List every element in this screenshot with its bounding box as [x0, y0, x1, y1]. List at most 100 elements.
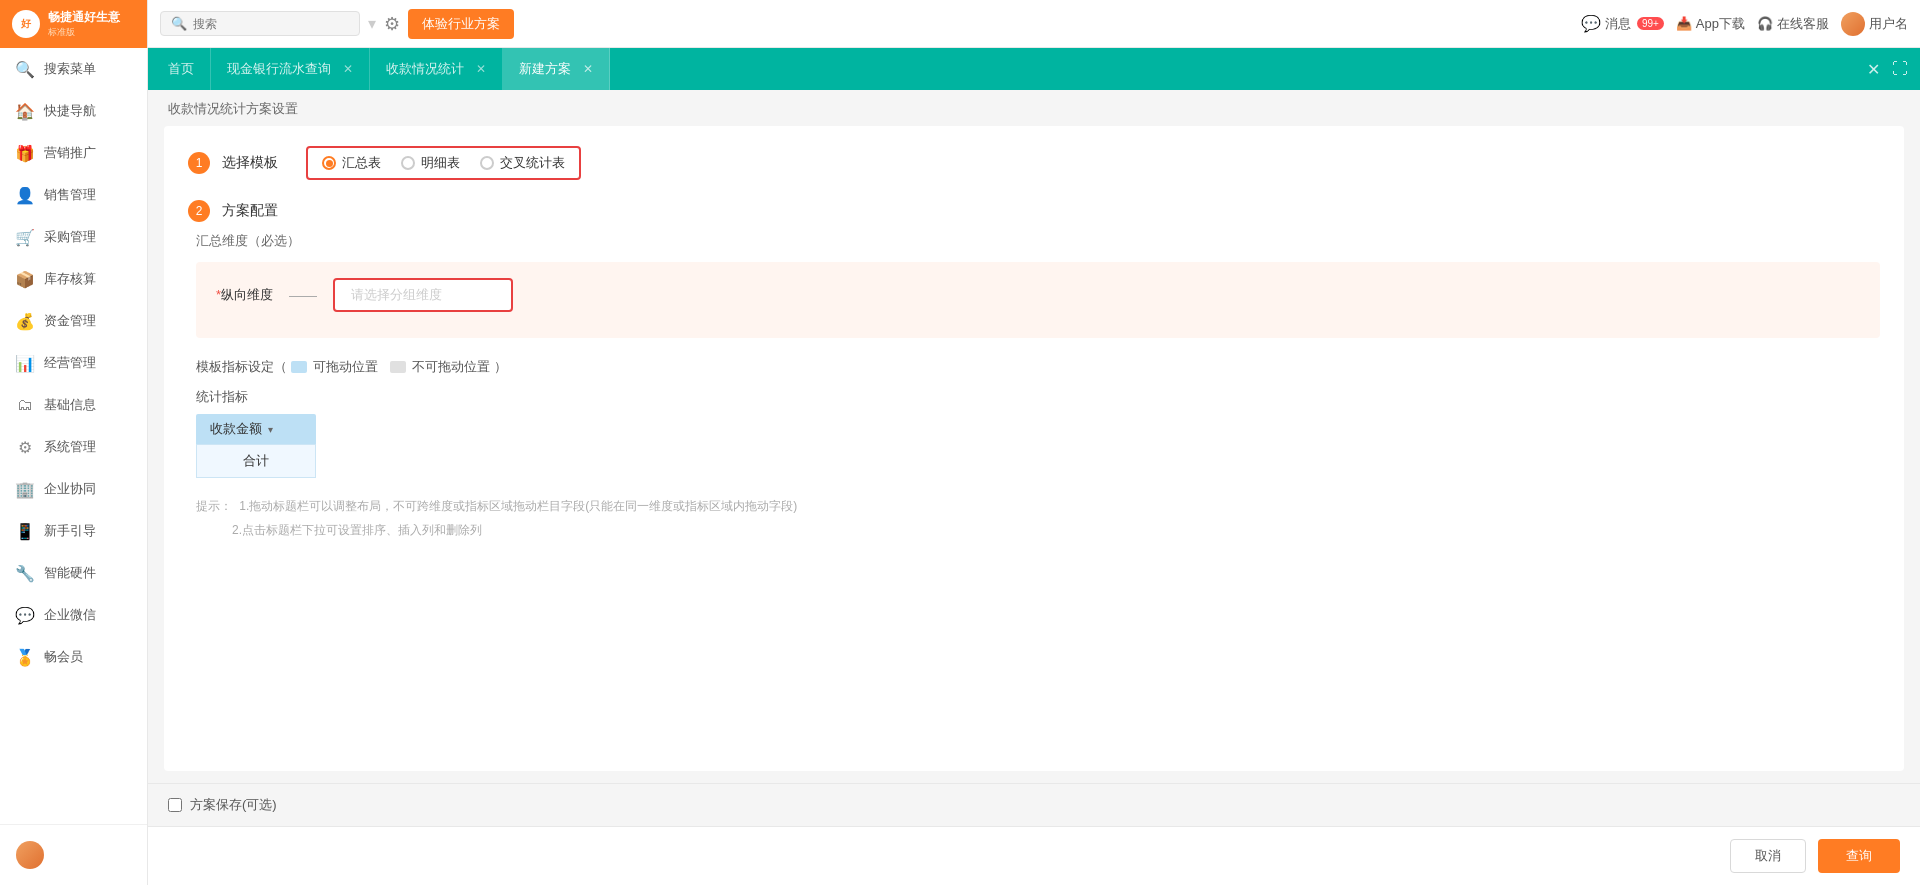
tab-home-label: 首页 [168, 60, 194, 78]
sidebar-item-label: 营销推广 [44, 144, 96, 162]
tips-section: 提示： 1.拖动标题栏可以调整布局，不可跨维度或指标区域拖动栏目字段(只能在同一… [196, 494, 1880, 542]
step2-content: 汇总维度（必选） *纵向维度 —— 请选择分组维度 模板指标设定（ 可拖动位置 [188, 232, 1880, 542]
radio-detail[interactable]: 明细表 [401, 154, 460, 172]
app-download-btn[interactable]: 📥 App下载 [1676, 15, 1745, 33]
sidebar-item-inventory[interactable]: 📦 库存核算 [0, 258, 147, 300]
header-cell-label: 收款金额 [210, 420, 262, 438]
sidebar-item-label: 销售管理 [44, 186, 96, 204]
tip2-row: 2.点击标题栏下拉可设置排序、插入列和删除列 [196, 518, 1880, 542]
dimension-section-title: 汇总维度（必选） [196, 232, 1880, 250]
close-bank-flow-icon[interactable]: ✕ [343, 62, 353, 76]
maximize-icon[interactable]: ⛶ [1892, 60, 1908, 78]
tab-bank-flow-label: 现金银行流水查询 [227, 60, 331, 78]
tip1-row: 提示： 1.拖动标题栏可以调整布局，不可跨维度或指标区域拖动栏目字段(只能在同一… [196, 494, 1880, 518]
dimension-select[interactable]: 请选择分组维度 [333, 278, 513, 312]
logo-text: 畅捷通好生意 标准版 [48, 9, 120, 39]
sidebar-item-quick-nav[interactable]: 🏠 快捷导航 [0, 90, 147, 132]
sidebar-item-capital[interactable]: 💰 资金管理 [0, 300, 147, 342]
template-radio-group: 汇总表 明细表 交叉统计表 [306, 146, 581, 180]
online-service-btn[interactable]: 🎧 在线客服 [1757, 15, 1829, 33]
sidebar-item-label: 智能硬件 [44, 564, 96, 582]
vertical-dimension-label: 纵向维度 [221, 287, 273, 302]
legend-fixed-box [390, 361, 406, 373]
nav-tabs: 首页 现金银行流水查询 ✕ 收款情况统计 ✕ 新建方案 ✕ ✕ ⛶ [148, 48, 1920, 90]
radio-summary[interactable]: 汇总表 [322, 154, 381, 172]
tab-new-plan[interactable]: 新建方案 ✕ [503, 48, 610, 90]
system-icon: ⚙ [16, 438, 34, 456]
gift-icon: 🎁 [16, 144, 34, 162]
save-checkbox[interactable] [168, 798, 182, 812]
sidebar-item-wechat[interactable]: 💬 企业微信 [0, 594, 147, 636]
online-service-label: 在线客服 [1777, 15, 1829, 33]
indicator-body-cell: 合计 [196, 444, 316, 478]
indicator-body: 合计 [196, 444, 316, 478]
sidebar-item-system[interactable]: ⚙ 系统管理 [0, 426, 147, 468]
sidebar-item-member[interactable]: 🏅 畅会员 [0, 636, 147, 678]
chevron-down-icon: ▾ [268, 424, 273, 435]
legend-draggable-box [291, 361, 307, 373]
legend-draggable: 可拖动位置 [291, 358, 378, 376]
search-dropdown-icon[interactable]: ▾ [368, 14, 376, 33]
sidebar-item-operations[interactable]: 📊 经营管理 [0, 342, 147, 384]
tip2-text: 2.点击标题栏下拉可设置排序、插入列和删除列 [232, 523, 482, 537]
sales-icon: 👤 [16, 186, 34, 204]
radio-cross-label: 交叉统计表 [500, 154, 565, 172]
form-card: 1 选择模板 汇总表 明细表 交叉统计表 [164, 126, 1904, 771]
sidebar-item-label: 资金管理 [44, 312, 96, 330]
sidebar-item-label: 库存核算 [44, 270, 96, 288]
tab-home[interactable]: 首页 [148, 48, 211, 90]
topbar-avatar [1841, 12, 1865, 36]
close-new-plan-icon[interactable]: ✕ [583, 62, 593, 76]
sidebar-item-marketing[interactable]: 🎁 营销推广 [0, 132, 147, 174]
legend-fixed: 不可拖动位置 [390, 358, 490, 376]
close-tab-icon[interactable]: ✕ [1867, 60, 1880, 79]
radio-cross[interactable]: 交叉统计表 [480, 154, 565, 172]
step1-label: 选择模板 [222, 154, 278, 172]
member-icon: 🏅 [16, 648, 34, 666]
search-box[interactable]: 🔍 [160, 11, 360, 36]
trial-btn[interactable]: 体验行业方案 [408, 9, 514, 39]
sidebar-item-basic-info[interactable]: 🗂 基础信息 [0, 384, 147, 426]
sidebar-item-search-menu[interactable]: 🔍 搜索菜单 [0, 48, 147, 90]
radio-circle-cross [480, 156, 494, 170]
sidebar-item-guide[interactable]: 📱 新手引导 [0, 510, 147, 552]
message-label: 消息 [1605, 15, 1631, 33]
indicator-header-cell[interactable]: 收款金额 ▾ [196, 414, 316, 444]
tab-collection-stats[interactable]: 收款情况统计 ✕ [370, 48, 503, 90]
step1-row: 1 选择模板 汇总表 明细表 交叉统计表 [188, 146, 1880, 180]
smart-hw-icon: 🔧 [16, 564, 34, 582]
tab-collection-stats-label: 收款情况统计 [386, 60, 464, 78]
dimension-required-star: *纵向维度 [216, 286, 273, 304]
indicator-group-label: 统计指标 [196, 388, 1880, 406]
radio-circle-detail [401, 156, 415, 170]
user-account[interactable]: 用户名 [1841, 12, 1908, 36]
legend-draggable-label: 可拖动位置 [313, 358, 378, 376]
sidebar-item-label: 采购管理 [44, 228, 96, 246]
indicator-section: 模板指标设定（ 可拖动位置 不可拖动位置 ） 统计指标 [196, 358, 1880, 478]
search-input[interactable] [193, 17, 333, 31]
download-icon: 📥 [1676, 16, 1692, 31]
close-collection-stats-icon[interactable]: ✕ [476, 62, 486, 76]
settings-icon[interactable]: ⚙ [384, 13, 400, 35]
tab-bank-flow[interactable]: 现金银行流水查询 ✕ [211, 48, 370, 90]
footer-bar: 取消 查询 [148, 826, 1920, 885]
service-icon: 🎧 [1757, 16, 1773, 31]
radio-summary-label: 汇总表 [342, 154, 381, 172]
indicator-header: 收款金额 ▾ [196, 414, 316, 444]
topbar-right-actions: 💬 消息 99+ 📥 App下载 🎧 在线客服 用户名 [1581, 12, 1908, 36]
sidebar-avatar-row [0, 833, 147, 877]
sidebar-item-label: 搜索菜单 [44, 60, 96, 78]
message-btn[interactable]: 💬 消息 99+ [1581, 14, 1664, 33]
operations-icon: 📊 [16, 354, 34, 372]
step1-number: 1 [188, 152, 210, 174]
sidebar-item-sales[interactable]: 👤 销售管理 [0, 174, 147, 216]
sidebar-item-purchase[interactable]: 🛒 采购管理 [0, 216, 147, 258]
home-icon: 🏠 [16, 102, 34, 120]
search-menu-icon: 🔍 [16, 60, 34, 78]
sidebar-item-label: 快捷导航 [44, 102, 96, 120]
sidebar-item-smart-hw[interactable]: 🔧 智能硬件 [0, 552, 147, 594]
sidebar-item-enterprise[interactable]: 🏢 企业协同 [0, 468, 147, 510]
cancel-button[interactable]: 取消 [1730, 839, 1806, 873]
sidebar-bottom [0, 824, 147, 885]
query-button[interactable]: 查询 [1818, 839, 1900, 873]
